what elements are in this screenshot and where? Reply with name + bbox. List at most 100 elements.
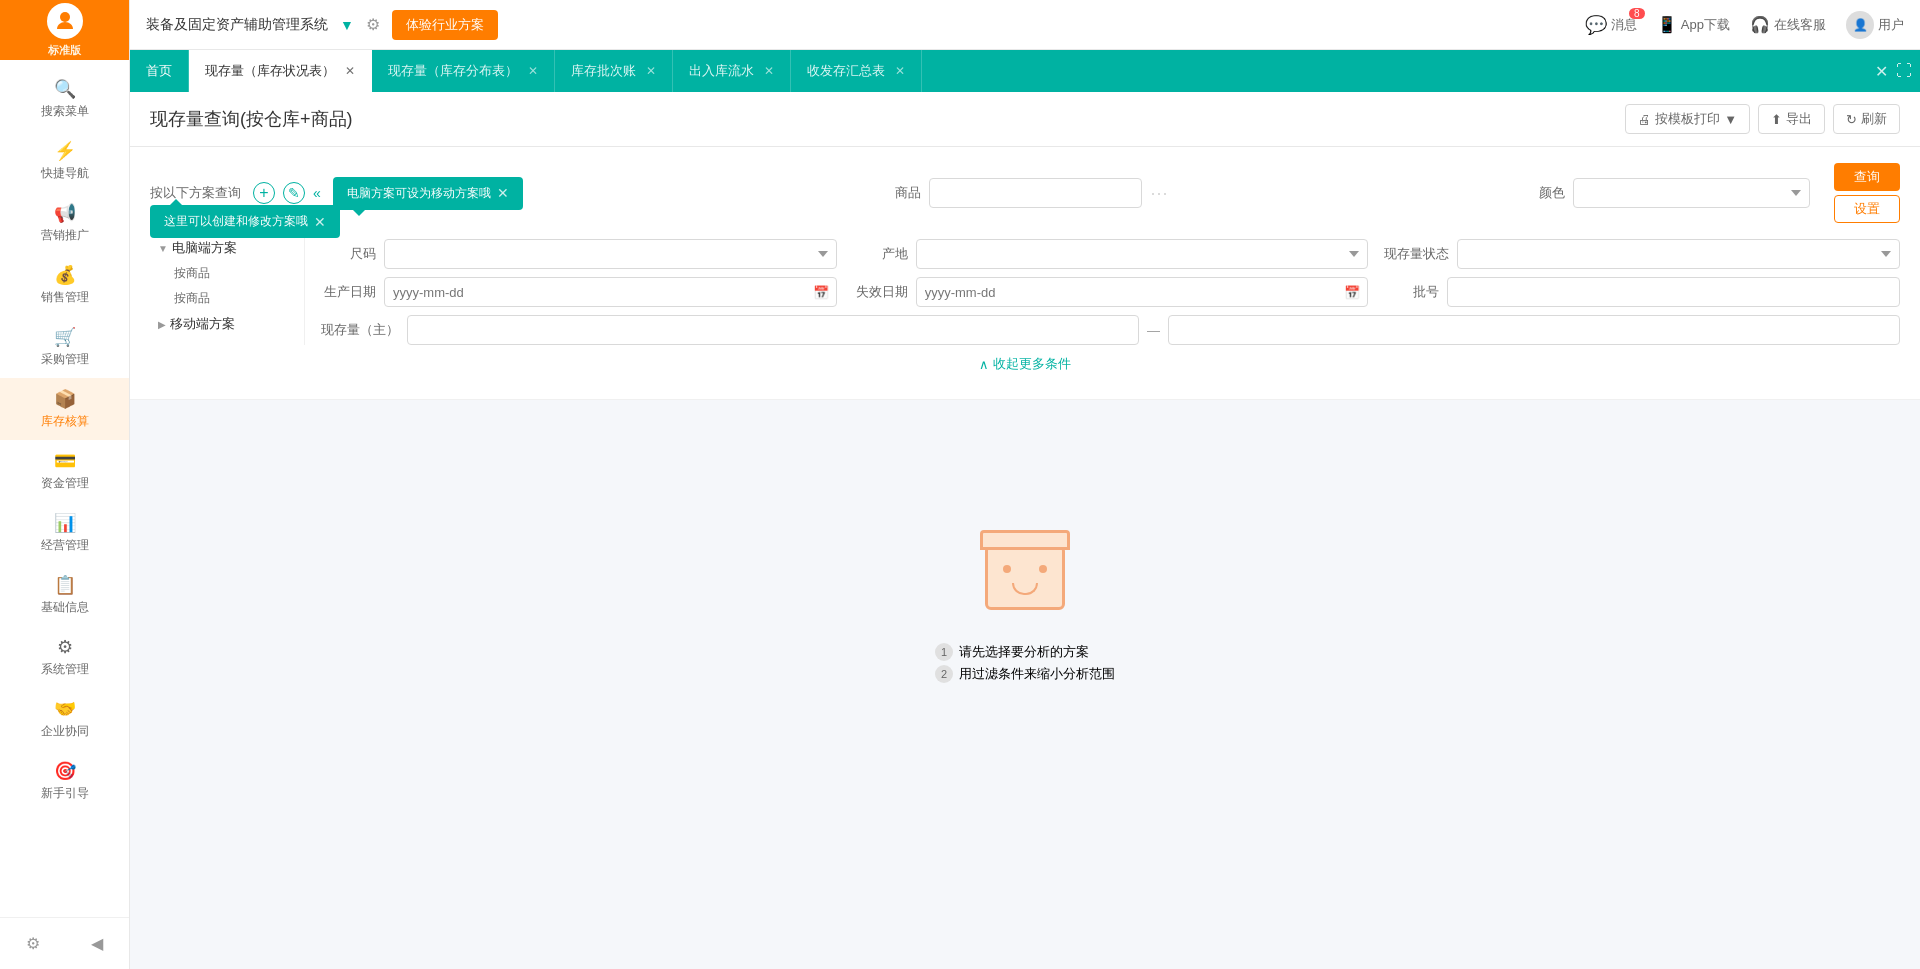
tree-item-by-goods1-label: 按商品: [174, 265, 210, 282]
main-container: 装备及固定资产辅助管理系统 ▼ ⚙ 体验行业方案 💬 8 消息 📱 App下载 …: [130, 0, 1920, 969]
goods-input[interactable]: [929, 178, 1142, 208]
batch-input[interactable]: [1447, 277, 1900, 307]
tree-item-pc[interactable]: ▼ 电脑端方案: [150, 235, 296, 261]
sidebar-item-label: 营销推广: [41, 227, 89, 244]
enterprise-icon: 🤝: [54, 698, 76, 720]
scheme-add-btn[interactable]: +: [253, 182, 275, 204]
tree-item-by-goods1[interactable]: 按商品: [150, 261, 296, 286]
settings-btn[interactable]: 设置: [1834, 195, 1900, 223]
header-settings-icon[interactable]: ⚙: [366, 15, 380, 34]
size-select[interactable]: [384, 239, 837, 269]
sidebar-item-quick-nav[interactable]: ⚡ 快捷导航: [0, 130, 129, 192]
tab-receive-send[interactable]: 收发存汇总表 ✕: [791, 50, 922, 92]
tooltip-scheme-mobile-close[interactable]: ✕: [497, 185, 509, 201]
print-btn[interactable]: 🖨 按模板打印 ▼: [1625, 104, 1750, 134]
export-icon: ⬆: [1771, 112, 1782, 127]
tab-inventory-dist-close[interactable]: ✕: [528, 64, 538, 78]
scheme-edit-btn[interactable]: ✎: [283, 182, 305, 204]
tab-batch-ledger-close[interactable]: ✕: [646, 64, 656, 78]
app-download-label: App下载: [1681, 16, 1730, 34]
inventory-main-from[interactable]: [407, 315, 1139, 345]
refresh-btn[interactable]: ↻ 刷新: [1833, 104, 1900, 134]
tab-batch-ledger[interactable]: 库存批次账 ✕: [555, 50, 673, 92]
sidebar-item-basic-info[interactable]: 📋 基础信息: [0, 564, 129, 626]
tooltip-scheme-mobile: 电脑方案可设为移动方案哦 ✕: [333, 177, 523, 210]
scheme-left-arrow-btn[interactable]: «: [313, 185, 321, 201]
produce-date-input[interactable]: [384, 277, 837, 307]
tab-inout-flow-close[interactable]: ✕: [764, 64, 774, 78]
filter-scheme-area: + ✎ «: [253, 182, 321, 204]
color-label: 颜色: [1510, 184, 1565, 202]
search-menu-icon: 🔍: [54, 78, 76, 100]
user-item[interactable]: 👤 用户: [1846, 11, 1904, 39]
tab-home[interactable]: 首页: [130, 50, 189, 92]
tab-inout-flow[interactable]: 出入库流水 ✕: [673, 50, 791, 92]
tab-close-all-icon[interactable]: ✕: [1875, 62, 1888, 81]
sidebar-collapse-btn[interactable]: ◀: [83, 930, 111, 957]
query-buttons: 查询 设置: [1834, 163, 1900, 223]
tab-inventory-status-close[interactable]: ✕: [345, 64, 355, 78]
tooltip-scheme-create: 这里可以创建和修改方案哦 ✕: [150, 205, 340, 238]
system-title-arrow[interactable]: ▼: [340, 17, 354, 33]
origin-select[interactable]: [916, 239, 1369, 269]
inventory-main-to[interactable]: [1168, 315, 1900, 345]
sidebar-item-sales[interactable]: 💰 销售管理: [0, 254, 129, 316]
produce-date-calendar-icon[interactable]: 📅: [813, 285, 829, 300]
sidebar-item-enterprise[interactable]: 🤝 企业协同: [0, 688, 129, 750]
sidebar-settings-btn[interactable]: ⚙: [18, 930, 48, 957]
app-download-item[interactable]: 📱 App下载: [1657, 15, 1730, 34]
export-btn[interactable]: ⬆ 导出: [1758, 104, 1825, 134]
filter-field-produce-date: 生产日期 📅: [321, 277, 837, 307]
tab-maximize-icon[interactable]: ⛶: [1896, 62, 1912, 80]
refresh-icon: ↻: [1846, 112, 1857, 127]
sidebar-item-operations[interactable]: 📊 经营管理: [0, 502, 129, 564]
try-btn[interactable]: 体验行业方案: [392, 10, 498, 40]
tooltip-scheme-create-close[interactable]: ✕: [314, 214, 326, 230]
hint-num-1: 1: [935, 643, 953, 661]
sidebar-item-system[interactable]: ⚙ 系统管理: [0, 626, 129, 688]
hint-num-2: 2: [935, 665, 953, 683]
tree-item-mobile[interactable]: ▶ 移动端方案: [150, 311, 296, 337]
sidebar-item-purchase[interactable]: 🛒 采购管理: [0, 316, 129, 378]
quick-nav-icon: ⚡: [54, 140, 76, 162]
tree-item-by-goods2[interactable]: 按商品: [150, 286, 296, 311]
tab-bar-spacer: [922, 50, 1867, 92]
sidebar-footer: ⚙ ◀: [0, 917, 129, 969]
app-logo-text: 标准版: [48, 43, 81, 58]
collapse-row[interactable]: ∧ 收起更多条件: [150, 345, 1900, 383]
online-service-item[interactable]: 🎧 在线客服: [1750, 15, 1826, 34]
online-service-label: 在线客服: [1774, 16, 1826, 34]
expire-date-calendar-icon[interactable]: 📅: [1344, 285, 1360, 300]
tab-inventory-status[interactable]: 现存量（库存状况表） ✕: [189, 50, 372, 92]
sidebar-item-marketing[interactable]: 📢 营销推广: [0, 192, 129, 254]
notification-item[interactable]: 💬 8 消息: [1585, 14, 1637, 36]
sidebar-item-search-menu[interactable]: 🔍 搜索菜单: [0, 68, 129, 130]
goods-dots-icon[interactable]: ⋯: [1150, 182, 1166, 204]
sidebar-item-finance[interactable]: 💳 资金管理: [0, 440, 129, 502]
query-btn[interactable]: 查询: [1834, 163, 1900, 191]
tab-receive-send-close[interactable]: ✕: [895, 64, 905, 78]
notification-badge: 8: [1629, 8, 1645, 19]
batch-label: 批号: [1384, 283, 1439, 301]
sidebar-item-inventory[interactable]: 📦 库存核算: [0, 378, 129, 440]
stock-status-select[interactable]: [1457, 239, 1900, 269]
tooltip-scheme-create-text: 这里可以创建和修改方案哦: [164, 213, 308, 230]
filter-label: 按以下方案查询: [150, 184, 241, 202]
color-select[interactable]: [1573, 178, 1810, 208]
origin-label: 产地: [853, 245, 908, 263]
expire-date-input[interactable]: [916, 277, 1369, 307]
guide-icon: 🎯: [54, 760, 76, 782]
filter-field-batch: 批号: [1384, 277, 1900, 307]
sidebar-item-label: 新手引导: [41, 785, 89, 802]
filter-field-expire-date: 失效日期 📅: [853, 277, 1369, 307]
empty-eye-right: [1039, 565, 1047, 573]
sidebar-item-guide[interactable]: 🎯 新手引导: [0, 750, 129, 812]
tree-arrow-mobile: ▶: [158, 319, 166, 330]
tab-home-label: 首页: [146, 62, 172, 80]
filter-scheme-row: 按以下方案查询 + ✎ « 电脑方案可设为移动方案哦 ✕ 商品 ⋯: [150, 163, 1900, 223]
page-header: 现存量查询(按仓库+商品) 🖨 按模板打印 ▼ ⬆ 导出 ↻ 刷新: [130, 92, 1920, 147]
operations-icon: 📊: [54, 512, 76, 534]
tab-inventory-dist[interactable]: 现存量（库存分布表） ✕: [372, 50, 555, 92]
sidebar-item-label: 基础信息: [41, 599, 89, 616]
tab-batch-ledger-label: 库存批次账: [571, 62, 636, 80]
